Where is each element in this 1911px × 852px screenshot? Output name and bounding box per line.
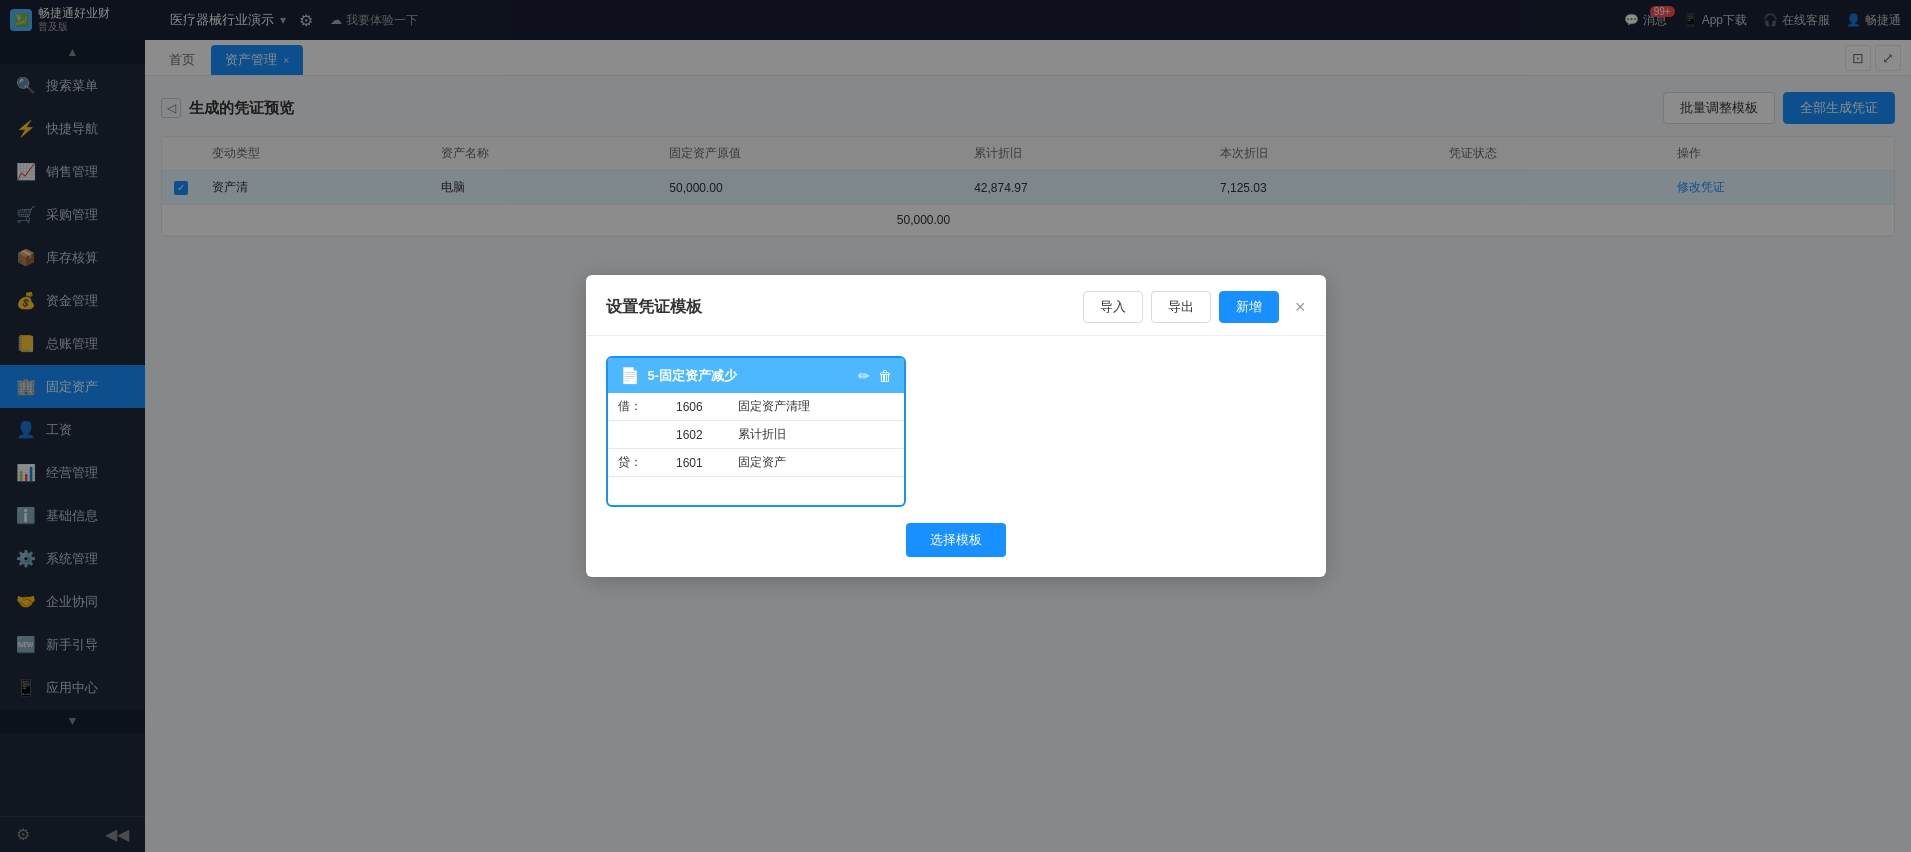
template-debit-row-2: 1602 累计折旧 xyxy=(608,421,904,449)
template-card-actions: ✏ 🗑 xyxy=(858,368,892,384)
template-debit-name-2: 累计折旧 xyxy=(728,421,850,449)
choose-template-btn[interactable]: 选择模板 xyxy=(906,523,1006,557)
template-debit-row-1: 借： 1606 固定资产清理 xyxy=(608,393,904,421)
template-id: 5- xyxy=(648,368,660,383)
template-debit-col4-2 xyxy=(850,421,877,449)
template-credit-label: 贷： xyxy=(608,449,666,477)
template-edit-icon[interactable]: ✏ xyxy=(858,368,870,384)
template-inner-table: 借： 1606 固定资产清理 1602 累计折旧 贷： xyxy=(608,393,904,505)
template-credit-name-1: 固定资产 xyxy=(728,449,850,477)
template-debit-name-1: 固定资产清理 xyxy=(728,393,850,421)
import-btn[interactable]: 导入 xyxy=(1083,291,1143,323)
template-credit-code-1: 1601 xyxy=(666,449,728,477)
modal-title: 设置凭证模板 xyxy=(606,297,702,318)
modal-header: 设置凭证模板 导入 导出 新增 × xyxy=(586,275,1326,336)
modal-action-buttons: 导入 导出 新增 × xyxy=(1083,291,1306,323)
template-card: 📄 5-固定资产减少 ✏ 🗑 借： 1606 固定资产清理 xyxy=(606,356,906,507)
template-debit-col4 xyxy=(850,393,877,421)
template-debit-col5 xyxy=(877,393,904,421)
template-debit-code-2: 1602 xyxy=(666,421,728,449)
empty-col1 xyxy=(608,477,666,505)
empty-col3 xyxy=(728,477,850,505)
template-card-doc-icon: 📄 xyxy=(620,366,640,385)
template-credit-col4 xyxy=(850,449,877,477)
new-btn[interactable]: 新增 xyxy=(1219,291,1279,323)
template-delete-icon[interactable]: 🗑 xyxy=(878,368,892,384)
template-debit-label-2 xyxy=(608,421,666,449)
modal-body: 📄 5-固定资产减少 ✏ 🗑 借： 1606 固定资产清理 xyxy=(586,336,1326,577)
template-debit-label: 借： xyxy=(608,393,666,421)
template-card-header: 📄 5-固定资产减少 ✏ 🗑 xyxy=(608,358,904,393)
modal-overlay[interactable]: 设置凭证模板 导入 导出 新增 × 📄 5-固定资产减少 ✏ 🗑 xyxy=(0,0,1911,852)
export-btn[interactable]: 导出 xyxy=(1151,291,1211,323)
modal-set-template: 设置凭证模板 导入 导出 新增 × 📄 5-固定资产减少 ✏ 🗑 xyxy=(586,275,1326,577)
empty-col5 xyxy=(877,477,904,505)
template-debit-code-1: 1606 xyxy=(666,393,728,421)
template-debit-col5-2 xyxy=(877,421,904,449)
template-empty-row xyxy=(608,477,904,505)
empty-col2 xyxy=(666,477,728,505)
template-card-title: 5-固定资产减少 xyxy=(648,367,850,385)
template-credit-col5 xyxy=(877,449,904,477)
modal-close-btn[interactable]: × xyxy=(1295,297,1306,318)
empty-col4 xyxy=(850,477,877,505)
template-credit-row-1: 贷： 1601 固定资产 xyxy=(608,449,904,477)
template-name: 固定资产减少 xyxy=(659,368,737,383)
